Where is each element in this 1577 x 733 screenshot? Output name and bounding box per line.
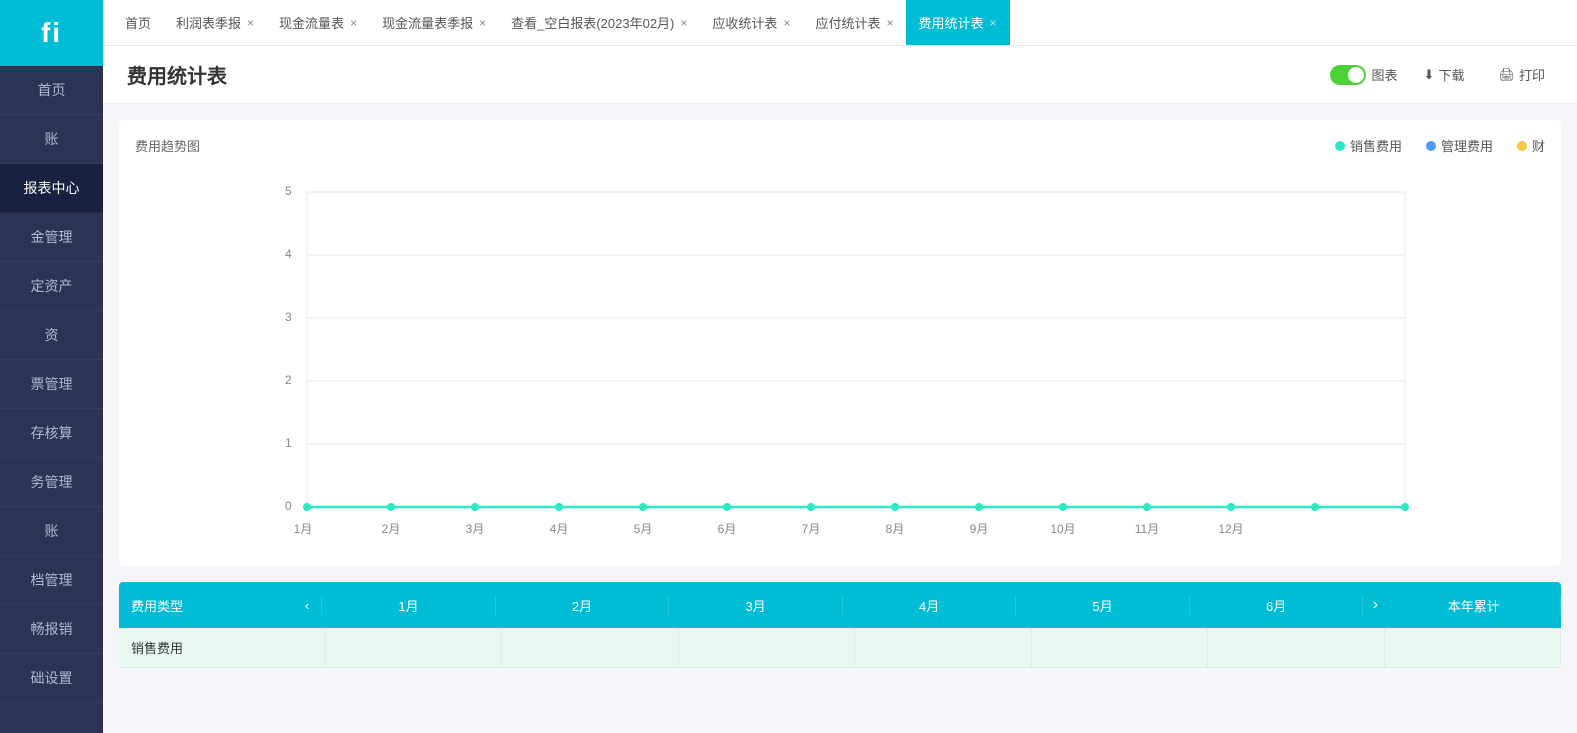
td-m3 <box>679 628 855 667</box>
tab-close-profit-quarterly[interactable]: × <box>247 16 254 30</box>
th-m6: 6月 <box>1190 596 1364 615</box>
svg-text:5: 5 <box>285 184 292 198</box>
page-content: 费用统计表 图表 ⬇ 下载 🖨 打印 费用趋势图 <box>103 46 1577 733</box>
table-section: 费用类型 ‹ 1月 2月 3月 4月 5月 6月 › 本年累计 销售费用 <box>119 582 1561 668</box>
svg-text:12月: 12月 <box>1218 522 1243 536</box>
sidebar-item-sub-ledger[interactable]: 账 <box>0 507 103 556</box>
sidebar-logo: fi <box>0 0 103 66</box>
chart-title: 费用趋势图 <box>135 136 200 155</box>
chart-toggle-label: 图表 <box>1372 65 1398 84</box>
sidebar-item-ledger[interactable]: 账 <box>0 115 103 164</box>
download-button[interactable]: ⬇ 下载 <box>1416 61 1473 88</box>
table-row: 销售费用 <box>119 628 1561 668</box>
print-label: 打印 <box>1519 65 1545 84</box>
td-m4 <box>855 628 1031 667</box>
svg-text:2月: 2月 <box>382 522 401 536</box>
legend-finance: 财 <box>1517 136 1545 155</box>
download-icon: ⬇ <box>1424 67 1435 83</box>
svg-text:4: 4 <box>285 247 292 261</box>
chart-legend: 销售费用 管理费用 财 <box>1335 136 1545 155</box>
svg-text:1月: 1月 <box>294 522 313 536</box>
td-ytd <box>1385 628 1561 667</box>
table-header: 费用类型 ‹ 1月 2月 3月 4月 5月 6月 › 本年累计 <box>119 582 1561 628</box>
page-title: 费用统计表 <box>127 60 227 89</box>
tab-close-expense[interactable]: × <box>989 16 996 30</box>
sidebar-item-fixed-assets[interactable]: 定资产 <box>0 262 103 311</box>
th-next-icon[interactable]: › <box>1363 582 1387 628</box>
tab-close-payable[interactable]: × <box>886 16 893 30</box>
svg-text:2: 2 <box>285 373 292 387</box>
sidebar-item-fund-mgmt[interactable]: 金管理 <box>0 213 103 262</box>
svg-text:8月: 8月 <box>886 522 905 536</box>
header-actions: 图表 ⬇ 下载 🖨 打印 <box>1330 61 1553 88</box>
sidebar-item-home[interactable]: 首页 <box>0 66 103 115</box>
legend-admin: 管理费用 <box>1426 136 1493 155</box>
tab-cash-flow-quarterly[interactable]: 现金流量表季报 × <box>370 0 499 46</box>
tab-home[interactable]: 首页 <box>113 0 164 46</box>
td-m1 <box>326 628 502 667</box>
legend-dot-admin <box>1426 141 1436 151</box>
line-chart-svg: 5 4 3 2 1 0 <box>135 165 1545 545</box>
sidebar-item-service-mgmt[interactable]: 务管理 <box>0 458 103 507</box>
tab-payable-stats[interactable]: 应付统计表 × <box>803 0 906 46</box>
legend-dot-sales <box>1335 141 1345 151</box>
legend-sales: 销售费用 <box>1335 136 1402 155</box>
tab-bar: 首页 利润表季报 × 现金流量表 × 现金流量表季报 × 查看_空白报表(202… <box>103 0 1577 46</box>
svg-text:11月: 11月 <box>1135 522 1159 536</box>
legend-label-sales: 销售费用 <box>1350 136 1402 155</box>
th-prev-icon[interactable]: ‹ <box>305 598 309 613</box>
svg-text:4月: 4月 <box>550 522 569 536</box>
legend-label-admin: 管理费用 <box>1441 136 1493 155</box>
chart-toggle-wrap: 图表 <box>1330 65 1398 85</box>
svg-text:6月: 6月 <box>718 522 737 536</box>
chart-section: 费用趋势图 销售费用 管理费用 财 <box>119 120 1561 566</box>
download-label: 下载 <box>1438 65 1464 84</box>
tab-expense-stats[interactable]: 费用统计表 × <box>906 0 1009 46</box>
sidebar-item-basic-setup[interactable]: 础设置 <box>0 654 103 703</box>
svg-text:5月: 5月 <box>634 522 653 536</box>
th-m1: 1月 <box>322 596 496 615</box>
legend-label-finance: 财 <box>1532 136 1545 155</box>
svg-text:3: 3 <box>285 310 292 324</box>
svg-text:0: 0 <box>285 499 292 513</box>
tab-close-cash-flow[interactable]: × <box>350 16 357 30</box>
svg-text:7月: 7月 <box>802 522 821 536</box>
sidebar-item-ticket-mgmt[interactable]: 票管理 <box>0 360 103 409</box>
sidebar-item-report-center[interactable]: 报表中心 <box>0 164 103 213</box>
svg-text:9月: 9月 <box>970 522 989 536</box>
td-m6 <box>1208 628 1384 667</box>
chart-toggle[interactable] <box>1330 65 1366 85</box>
svg-text:3月: 3月 <box>466 522 485 536</box>
td-expense-type: 销售费用 <box>119 628 326 667</box>
tab-receivable-stats[interactable]: 应收统计表 × <box>700 0 803 46</box>
th-m4: 4月 <box>843 596 1017 615</box>
th-m5: 5月 <box>1016 596 1190 615</box>
td-m5 <box>1032 628 1208 667</box>
th-ytd: 本年累计 <box>1387 596 1561 615</box>
sidebar-item-resources[interactable]: 资 <box>0 311 103 360</box>
sidebar-item-stock-check[interactable]: 存核算 <box>0 409 103 458</box>
sidebar-item-smooth-cancel[interactable]: 畅报销 <box>0 605 103 654</box>
print-icon: 🖨 <box>1498 67 1515 83</box>
tab-close-cash-flow-quarterly[interactable]: × <box>479 16 486 30</box>
th-expense-type: 费用类型 ‹ <box>119 596 322 615</box>
tab-view-blank-report[interactable]: 查看_空白报表(2023年02月) × <box>499 0 700 46</box>
tab-close-receivable[interactable]: × <box>783 16 790 30</box>
sidebar-item-file-mgmt[interactable]: 档管理 <box>0 556 103 605</box>
svg-text:10月: 10月 <box>1050 522 1075 536</box>
tab-close-view-blank[interactable]: × <box>680 16 687 30</box>
sidebar: fi 首页 账 报表中心 金管理 定资产 资 票管理 存核算 务管理 账 档管理… <box>0 0 103 733</box>
chart-container: 5 4 3 2 1 0 <box>135 165 1545 550</box>
th-m3: 3月 <box>669 596 843 615</box>
th-m2: 2月 <box>496 596 670 615</box>
main-area: 首页 利润表季报 × 现金流量表 × 现金流量表季报 × 查看_空白报表(202… <box>103 0 1577 733</box>
legend-dot-finance <box>1517 141 1527 151</box>
tab-profit-quarterly[interactable]: 利润表季报 × <box>164 0 267 46</box>
page-header: 费用统计表 图表 ⬇ 下载 🖨 打印 <box>103 46 1577 104</box>
td-m2 <box>502 628 678 667</box>
print-button[interactable]: 🖨 打印 <box>1490 61 1553 88</box>
tab-cash-flow[interactable]: 现金流量表 × <box>267 0 370 46</box>
svg-text:1: 1 <box>285 436 292 450</box>
